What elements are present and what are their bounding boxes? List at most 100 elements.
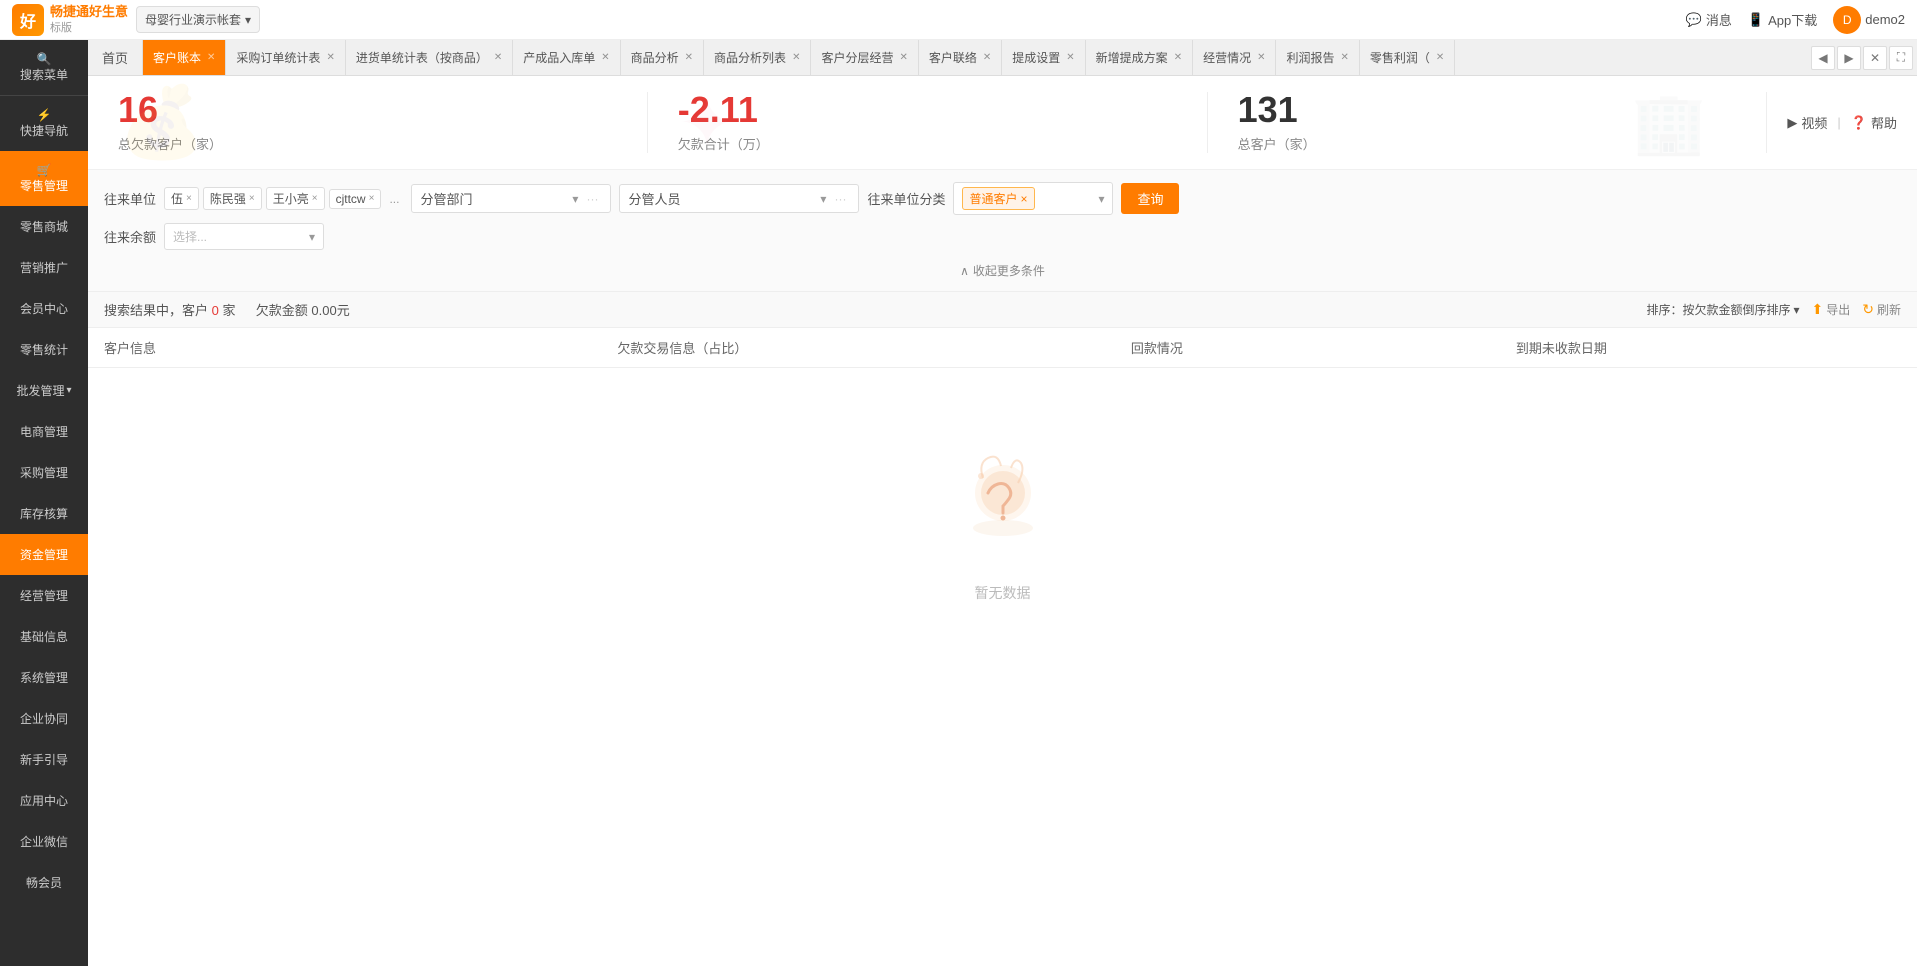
- search-icon: 🔍: [8, 52, 80, 66]
- tab-purchase-order[interactable]: 采购订单统计表 ✕: [226, 40, 345, 76]
- sidebar-item-app-center[interactable]: 应用中心: [0, 780, 88, 821]
- unit-tag-chen-close[interactable]: ×: [249, 193, 255, 204]
- tab-customer-tier[interactable]: 客户分层经营 ✕: [811, 40, 918, 76]
- sidebar-item-basic-info[interactable]: 基础信息: [0, 616, 88, 657]
- tab-operation[interactable]: 经营情况 ✕: [1193, 40, 1276, 76]
- refresh-icon: ↻: [1862, 301, 1874, 318]
- tab-customer-contact[interactable]: 客户联络 ✕: [919, 40, 1002, 76]
- tab-close-profit-report[interactable]: ✕: [1341, 52, 1349, 63]
- stat-value-total: 131: [1238, 92, 1298, 128]
- dept-filter[interactable]: 分管部门 ▾ ···: [411, 184, 611, 213]
- sidebar-item-system[interactable]: 系统管理: [0, 657, 88, 698]
- result-text: 搜索结果中，客户 0 家 欠款金额 0.00元: [104, 300, 350, 319]
- unit-class-label: 往来单位分类: [867, 189, 945, 208]
- help-button[interactable]: ❓ 帮助: [1851, 113, 1897, 132]
- app-download-button[interactable]: 📱 App下载: [1748, 10, 1817, 29]
- video-icon: ▶: [1787, 115, 1797, 131]
- tab-product-analysis[interactable]: 商品分析 ✕: [621, 40, 704, 76]
- stat-label-total: 总客户（家）: [1238, 134, 1316, 153]
- tab-close-all-button[interactable]: ✕: [1863, 46, 1887, 70]
- tab-close-inbound-stats[interactable]: ✕: [494, 52, 502, 63]
- tab-close-product-analysis[interactable]: ✕: [685, 52, 693, 63]
- message-button[interactable]: 💬 消息: [1686, 10, 1732, 29]
- col-due-date: 到期未收款日期: [1516, 338, 1901, 357]
- account-selector[interactable]: 母婴行业演示帐套 ▾: [136, 6, 260, 33]
- chevron-down-icon-sort: ▾: [1793, 303, 1799, 317]
- export-icon: ⬆: [1812, 301, 1824, 318]
- tab-close-customer-book[interactable]: ✕: [207, 52, 215, 63]
- tab-bar: 首页 客户账本 ✕ 采购订单统计表 ✕ 进货单统计表（按商品） ✕ 产成品入库单…: [88, 40, 1917, 76]
- sidebar-item-quick-nav[interactable]: ⚡ 快捷导航: [0, 96, 88, 151]
- help-icon: ❓: [1851, 115, 1867, 131]
- tab-product-analysis-list[interactable]: 商品分析列表 ✕: [704, 40, 811, 76]
- tab-next-button[interactable]: ▶: [1837, 46, 1861, 70]
- sidebar-item-inventory[interactable]: 库存核算: [0, 493, 88, 534]
- result-actions: 排序：按欠款金额倒序排序 ▾ ⬆ 导出 ↻ 刷新: [1646, 301, 1901, 318]
- tab-product-inbound[interactable]: 产成品入库单 ✕: [513, 40, 620, 76]
- unit-tag-wu-close[interactable]: ×: [186, 193, 192, 204]
- unit-class-filter[interactable]: 普通客户 × ▾: [953, 182, 1113, 215]
- content-area: 首页 客户账本 ✕ 采购订单统计表 ✕ 进货单统计表（按商品） ✕ 产成品入库单…: [88, 40, 1917, 966]
- unit-tags-more[interactable]: ...: [385, 190, 403, 208]
- tab-profit-report[interactable]: 利润报告 ✕: [1276, 40, 1359, 76]
- tab-close-prompt-settings[interactable]: ✕: [1066, 52, 1074, 63]
- logo-text: 畅捷通好生意 标版: [50, 4, 128, 35]
- video-help-button[interactable]: ▶ 视频: [1787, 113, 1827, 132]
- chevron-up-icon: ∧: [960, 264, 969, 278]
- unit-class-tag-close[interactable]: ×: [1020, 192, 1027, 206]
- stats-help: ▶ 视频 | ❓ 帮助: [1767, 113, 1897, 132]
- tab-close-operation[interactable]: ✕: [1257, 52, 1265, 63]
- sidebar-item-enterprise-collab[interactable]: 企业协同: [0, 698, 88, 739]
- sidebar-item-purchase[interactable]: 采购管理: [0, 452, 88, 493]
- tab-new-achievement[interactable]: 新增提成方案 ✕: [1086, 40, 1193, 76]
- tab-close-customer-tier[interactable]: ✕: [899, 52, 907, 63]
- sidebar-item-operation-mgmt[interactable]: 经营管理: [0, 575, 88, 616]
- stat-block-debt: ✦ -2.11 欠款合计（万）: [648, 92, 1208, 153]
- tab-prompt-settings[interactable]: 提成设置 ✕: [1002, 40, 1085, 76]
- tab-retail-profit[interactable]: 零售利润（ ✕: [1360, 40, 1455, 76]
- sidebar-item-vip-member[interactable]: 畅会员: [0, 862, 88, 903]
- person-filter[interactable]: 分管人员 ▾ ···: [619, 184, 859, 213]
- unit-filter-label: 往来单位: [104, 189, 156, 208]
- sidebar-item-ecommerce[interactable]: 电商管理: [0, 411, 88, 452]
- tab-home[interactable]: 首页: [88, 40, 143, 76]
- chevron-down-icon-unit-class: ▾: [1098, 192, 1104, 206]
- sidebar-item-search[interactable]: 🔍 搜索菜单: [0, 40, 88, 96]
- header-left: 好 畅捷通好生意 标版 母婴行业演示帐套 ▾: [12, 4, 260, 36]
- tab-close-new-achievement[interactable]: ✕: [1174, 52, 1182, 63]
- sort-select[interactable]: 排序：按欠款金额倒序排序 ▾: [1646, 301, 1799, 318]
- sidebar-item-marketing[interactable]: 营销推广: [0, 247, 88, 288]
- unit-tag-wang-close[interactable]: ×: [312, 193, 318, 204]
- export-button[interactable]: ⬆ 导出: [1812, 301, 1851, 318]
- sidebar-item-new-guide[interactable]: 新手引导: [0, 739, 88, 780]
- sidebar-item-retail-mall[interactable]: 零售商城: [0, 206, 88, 247]
- sidebar-item-member[interactable]: 会员中心: [0, 288, 88, 329]
- tab-inbound-stats[interactable]: 进货单统计表（按商品） ✕: [346, 40, 513, 76]
- sidebar-item-retail[interactable]: 🛒 零售管理: [0, 151, 88, 206]
- download-icon: 📱: [1748, 12, 1764, 28]
- sidebar-item-enterprise-wechat[interactable]: 企业微信: [0, 821, 88, 862]
- refresh-button[interactable]: ↻ 刷新: [1862, 301, 1901, 318]
- unit-tag-cjttcw-close[interactable]: ×: [369, 193, 375, 204]
- query-button[interactable]: 查询: [1121, 183, 1179, 214]
- col-repayment: 回款情况: [1131, 338, 1516, 357]
- tab-close-purchase-order[interactable]: ✕: [326, 52, 334, 63]
- sidebar: 🔍 搜索菜单 ⚡ 快捷导航 🛒 零售管理 零售商城 营销推广 会员中心 零售统计…: [0, 40, 88, 966]
- tab-close-customer-contact[interactable]: ✕: [983, 52, 991, 63]
- sidebar-item-finance[interactable]: 资金管理: [0, 534, 88, 575]
- tab-prev-button[interactable]: ◀: [1811, 46, 1835, 70]
- tab-customer-book[interactable]: 客户账本 ✕: [143, 40, 226, 76]
- tab-close-product-analysis-list[interactable]: ✕: [792, 52, 800, 63]
- stat-block-customers: 💰 16 总欠款客户（家）: [108, 92, 648, 153]
- chevron-down-icon-dept: ▾: [572, 192, 578, 206]
- tab-fullscreen-button[interactable]: ⛶: [1889, 46, 1913, 70]
- filter-row-2: 往来余额 选择... ▾: [104, 223, 1901, 250]
- tab-close-product-inbound[interactable]: ✕: [601, 52, 609, 63]
- sidebar-item-retail-stats[interactable]: 零售统计: [0, 329, 88, 370]
- collapse-more-button[interactable]: ∧ 收起更多条件: [104, 258, 1901, 283]
- unit-tag-wang: 王小亮 ×: [266, 187, 325, 210]
- tab-close-retail-profit[interactable]: ✕: [1436, 52, 1444, 63]
- balance-filter[interactable]: 选择... ▾: [164, 223, 324, 250]
- sidebar-item-wholesale[interactable]: 批发管理 ▾: [0, 370, 88, 411]
- user-menu[interactable]: D demo2: [1833, 6, 1905, 34]
